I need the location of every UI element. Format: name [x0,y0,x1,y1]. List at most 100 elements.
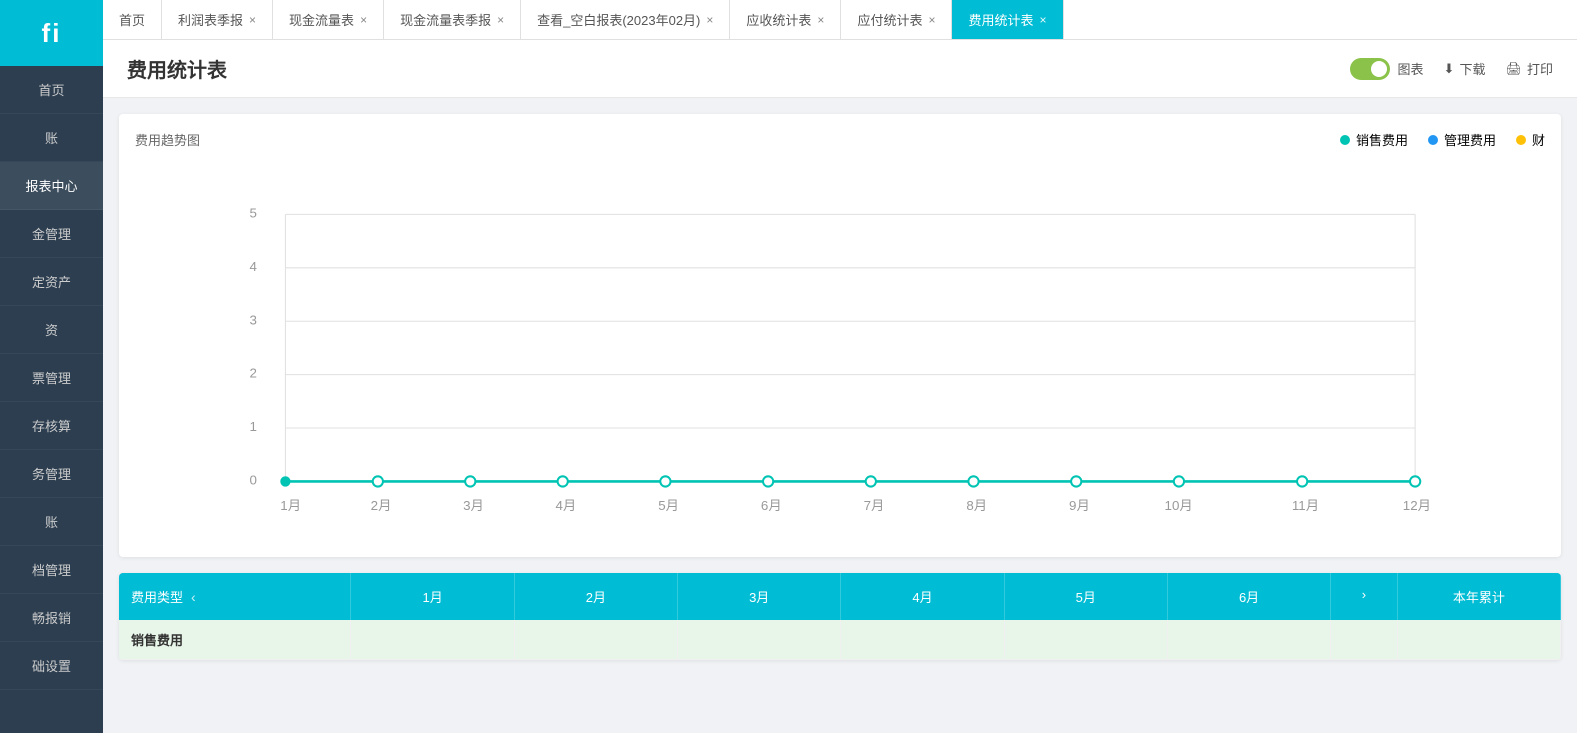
table-section: 费用类型 ‹ 1月 2月 3月 4月 5月 6月 › 本年累计 销售费用 [119,573,1561,660]
svg-text:4: 4 [249,259,257,274]
legend-label-admin: 管理费用 [1444,130,1496,149]
print-icon: 🖨 [1505,61,1522,77]
th-total: 本年累计 [1398,573,1561,620]
sidebar-item-invoice[interactable]: 票管理 [0,354,103,402]
svg-text:6月: 6月 [761,498,782,513]
tab-home[interactable]: 首页 [103,0,162,39]
chart-title: 费用趋势图 [135,130,200,149]
legend-dot-finance [1516,135,1526,145]
chart-toggle[interactable] [1350,58,1390,80]
td-type: 销售费用 [119,620,351,659]
td-m6 [1168,620,1331,659]
legend-admin: 管理费用 [1428,130,1496,149]
sidebar-item-sales[interactable]: 畅报销 [0,594,103,642]
sidebar-item-archive[interactable]: 档管理 [0,546,103,594]
download-button[interactable]: ⬇ 下载 [1444,59,1486,78]
header-actions: 图表 ⬇ 下载 🖨 打印 [1350,58,1553,80]
sidebar-item-service[interactable]: 务管理 [0,450,103,498]
svg-text:0: 0 [249,473,256,488]
svg-text:8月: 8月 [966,498,987,513]
td-m2 [515,620,678,659]
th-month-5: 5月 [1005,573,1168,620]
chart-toggle-label: 图表 [1398,59,1424,78]
sidebar: fi 首页 账 报表中心 金管理 定资产 资 票管理 存核算 务管理 账 档管理… [0,0,103,733]
prev-months-button[interactable]: ‹ [191,589,196,605]
main-area: 首页 利润表季报 × 现金流量表 × 现金流量表季报 × 查看_空白报表(202… [103,0,1577,733]
close-tab-cashflow-q[interactable]: × [497,13,504,27]
table-header: 费用类型 ‹ 1月 2月 3月 4月 5月 6月 › 本年累计 [119,573,1561,620]
th-type: 费用类型 ‹ [119,573,351,620]
th-month-1: 1月 [351,573,514,620]
sidebar-item-asset[interactable]: 定资产 [0,258,103,306]
chart-header: 费用趋势图 销售费用 管理费用 财 [135,130,1545,149]
page-title: 费用统计表 [127,54,227,83]
content-area: 费用统计表 图表 ⬇ 下载 🖨 打印 费用趋势图 [103,40,1577,733]
td-m3 [678,620,841,659]
print-button[interactable]: 🖨 打印 [1505,59,1553,78]
chart-legend: 销售费用 管理费用 财 [1340,130,1545,149]
svg-text:5月: 5月 [658,498,679,513]
th-type-label: 费用类型 [131,587,183,606]
legend-sales: 销售费用 [1340,130,1408,149]
legend-finance: 财 [1516,130,1545,149]
svg-text:1月: 1月 [280,498,301,513]
svg-text:2月: 2月 [371,498,392,513]
close-tab-receivable[interactable]: × [817,13,824,27]
svg-text:5: 5 [249,205,256,220]
sidebar-item-fund[interactable]: 金管理 [0,210,103,258]
close-tab-payable[interactable]: × [928,13,935,27]
chart-svg: 0 1 2 3 4 5 [135,161,1545,541]
close-tab-expense[interactable]: × [1039,13,1046,27]
tab-expense[interactable]: 费用统计表 × [952,0,1063,39]
td-m1 [351,620,514,659]
th-month-4: 4月 [841,573,1004,620]
tab-cashflow[interactable]: 现金流量表 × [273,0,384,39]
sidebar-item-capital[interactable]: 资 [0,306,103,354]
svg-text:4月: 4月 [556,498,577,513]
sidebar-item-ledger[interactable]: 账 [0,498,103,546]
svg-text:12月: 12月 [1403,498,1431,513]
svg-text:9月: 9月 [1069,498,1090,513]
close-tab-profit[interactable]: × [249,13,256,27]
sidebar-item-settings[interactable]: 础设置 [0,642,103,690]
svg-text:3月: 3月 [463,498,484,513]
print-label: 打印 [1527,59,1553,78]
chart-area: 0 1 2 3 4 5 [135,161,1545,541]
chart-section: 费用趋势图 销售费用 管理费用 财 [119,114,1561,557]
logo: fi [0,0,103,66]
th-month-2: 2月 [515,573,678,620]
close-tab-cashflow[interactable]: × [360,13,367,27]
tab-profit[interactable]: 利润表季报 × [162,0,273,39]
legend-label-sales: 销售费用 [1356,130,1408,149]
th-month-3: 3月 [678,573,841,620]
tab-payable[interactable]: 应付统计表 × [841,0,952,39]
td-nav-spacer [1331,620,1397,659]
download-icon: ⬇ [1444,61,1455,77]
td-m5 [1005,620,1168,659]
tab-bar: 首页 利润表季报 × 现金流量表 × 现金流量表季报 × 查看_空白报表(202… [103,0,1577,40]
close-tab-blank[interactable]: × [706,13,713,27]
svg-text:11月: 11月 [1292,498,1319,513]
svg-text:10月: 10月 [1165,498,1193,513]
sidebar-item-account[interactable]: 账 [0,114,103,162]
svg-text:3: 3 [249,312,256,327]
sidebar-item-inventory[interactable]: 存核算 [0,402,103,450]
sidebar-item-report[interactable]: 报表中心 [0,162,103,210]
td-total [1398,620,1561,659]
next-months-button[interactable]: › [1331,573,1397,620]
table-row: 销售费用 [119,620,1561,660]
tab-blank[interactable]: 查看_空白报表(2023年02月) × [521,0,730,39]
tab-receivable[interactable]: 应收统计表 × [730,0,841,39]
legend-dot-admin [1428,135,1438,145]
table-body: 销售费用 [119,620,1561,660]
page-header: 费用统计表 图表 ⬇ 下载 🖨 打印 [103,40,1577,98]
svg-text:2: 2 [249,366,256,381]
svg-text:1: 1 [249,419,256,434]
tab-cashflow-q[interactable]: 现金流量表季报 × [384,0,521,39]
chart-toggle-container[interactable]: 图表 [1350,58,1424,80]
th-month-6: 6月 [1168,573,1331,620]
td-m4 [841,620,1004,659]
download-label: 下载 [1459,59,1485,78]
sidebar-item-home[interactable]: 首页 [0,66,103,114]
svg-text:7月: 7月 [864,498,885,513]
